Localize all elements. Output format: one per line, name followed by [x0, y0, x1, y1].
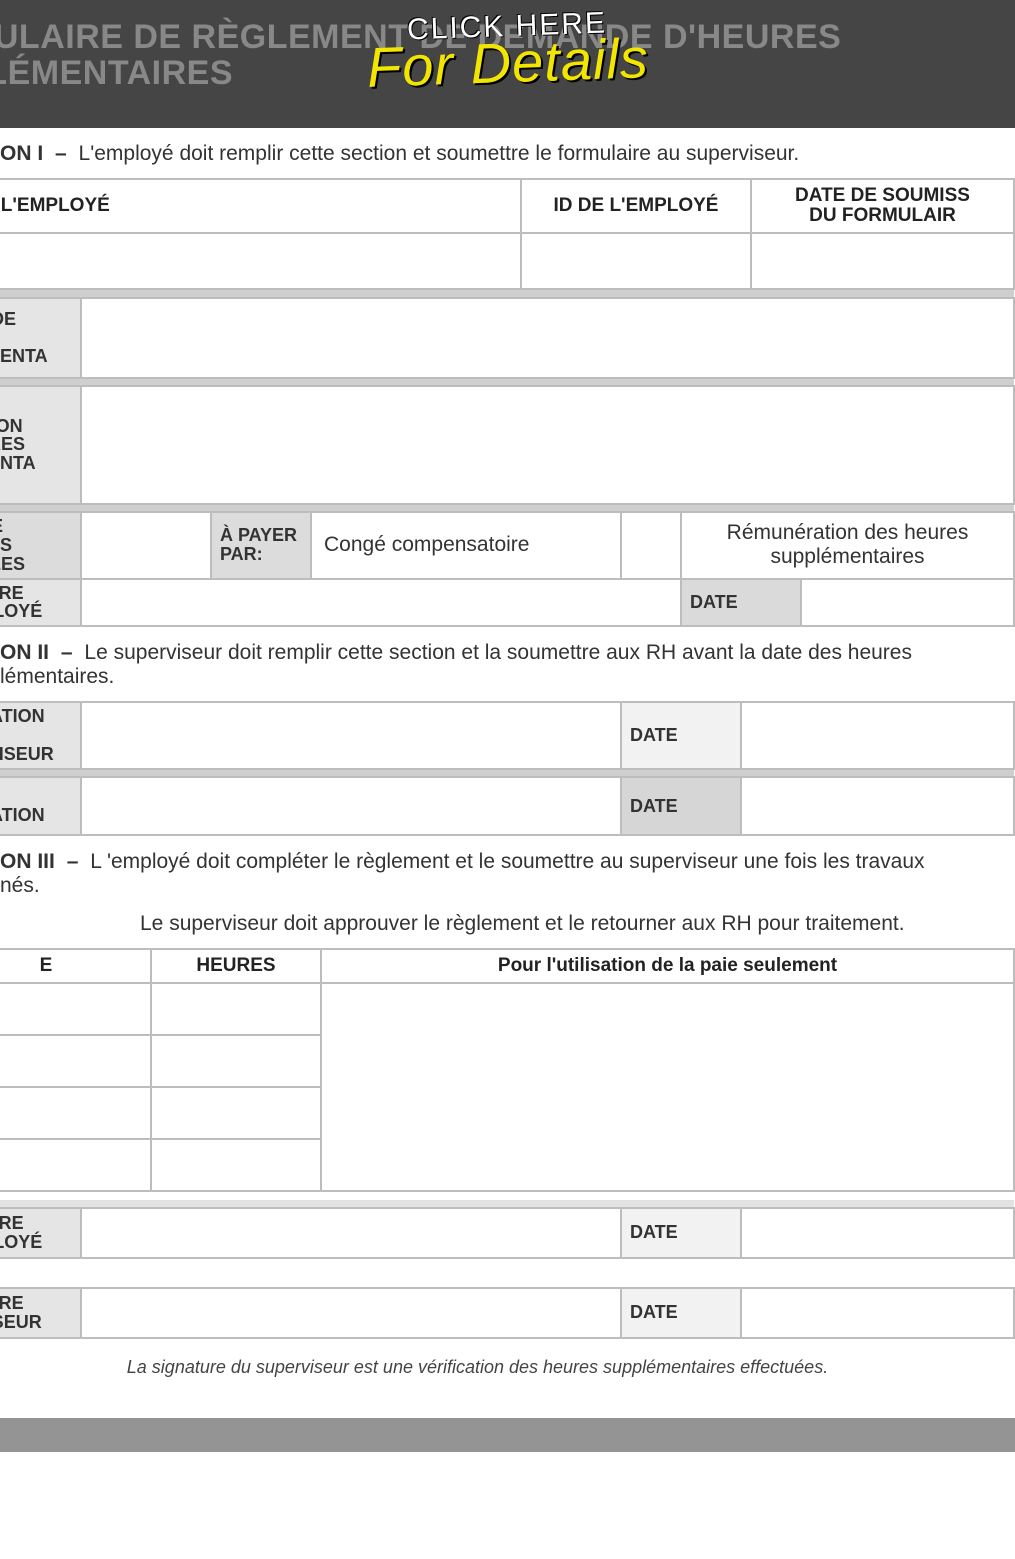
section2-desc1: Le superviseur doit remplir cette sectio…	[84, 641, 912, 664]
input-emp-name[interactable]	[0, 233, 521, 289]
section2-desc2: lémentaires.	[0, 665, 114, 688]
label-date2b: DATE	[621, 777, 741, 835]
section1-label: ON I	[0, 142, 43, 165]
dash-icon: –	[61, 641, 73, 664]
section3-desc2: nés.	[0, 874, 40, 897]
section3-table: E HEURES Pour l'utilisation de la paie s…	[0, 948, 1015, 1192]
section3-desc1: L 'employé doit compléter le règlement e…	[90, 850, 924, 873]
s3-date-1[interactable]	[0, 983, 151, 1035]
bottom-bar	[0, 1418, 1015, 1452]
label-date3a: DATE	[621, 1208, 741, 1258]
th-date: E	[0, 949, 151, 983]
label-explanation: ICATION HEURES LÉMENTA	[0, 386, 81, 504]
s3-date-2[interactable]	[0, 1035, 151, 1087]
label-sig-sup3: NATURE ERVISEUR	[0, 1288, 81, 1338]
input-date3a[interactable]	[741, 1208, 1014, 1258]
label-approb2: ROBATION	[0, 777, 81, 835]
option-ot-pay[interactable]: Rémunération des heures supplémentaires	[681, 512, 1014, 579]
section2-heading: ON II – Le superviseur doit remplir cett…	[0, 627, 1015, 701]
header-bar: RMULAIRE DE RÈGLEMENT DE DEMANDE D'HEURE…	[0, 0, 1015, 128]
input-approb1[interactable]	[81, 702, 621, 769]
section3-label: ON III	[0, 850, 55, 873]
label-dates-ot: E(S) DE RES PLÉMENTA	[0, 298, 81, 378]
s3-date-4[interactable]	[0, 1139, 151, 1191]
th-payroll: Pour l'utilisation de la paie seulement	[321, 949, 1014, 983]
page-title: RMULAIRE DE RÈGLEMENT DE DEMANDE D'HEURE…	[0, 20, 1015, 91]
label-approb1: ROBATION VERVISEUR	[0, 702, 81, 769]
input-date-s1[interactable]	[801, 579, 1014, 627]
footnote: La signature du superviseur est une véri…	[0, 1339, 1015, 1418]
input-submit-date[interactable]	[751, 233, 1014, 289]
s3-hours-2[interactable]	[151, 1035, 321, 1087]
label-date3b: DATE	[621, 1288, 741, 1338]
spacer-cell	[621, 512, 681, 579]
section3-desc3: Le superviseur doit approuver le règleme…	[140, 912, 1015, 936]
s3-hours-1[interactable]	[151, 983, 321, 1035]
label-hours-req: MBRE EURES ANDÉES	[0, 512, 81, 579]
title-line2: PPLÉMENTAIRES	[0, 54, 233, 92]
label-sig-emp3: NATURE 'EMPLOYÉ	[0, 1208, 81, 1258]
input-date2a[interactable]	[741, 702, 1014, 769]
label-date-s1: DATE	[681, 579, 801, 627]
section2-table: ROBATION VERVISEUR DATE ROBATION DATE	[0, 701, 1015, 836]
title-line1: RMULAIRE DE RÈGLEMENT DE DEMANDE D'HEURE…	[0, 18, 841, 56]
section1-head-table: M DE L'EMPLOYÉ ID DE L'EMPLOYÉ DATE DE S…	[0, 178, 1015, 290]
input-explanation[interactable]	[81, 386, 1014, 504]
input-emp-id[interactable]	[521, 233, 751, 289]
dash-icon: –	[55, 142, 67, 165]
col-submit-date: DATE DE SOUMISS DU FORMULAIR	[751, 179, 1014, 233]
input-hours-req[interactable]	[81, 512, 211, 579]
input-sig-emp[interactable]	[81, 579, 681, 627]
s3-payroll[interactable]	[321, 983, 1014, 1191]
section1-body-table: E(S) DE RES PLÉMENTA ICATION HEURES LÉME…	[0, 290, 1015, 627]
s3-hours-4[interactable]	[151, 1139, 321, 1191]
input-date3b[interactable]	[741, 1288, 1014, 1338]
section3-sign-table: NATURE 'EMPLOYÉ DATE NATURE ERVISEUR DAT…	[0, 1200, 1015, 1339]
option-comp-leave[interactable]: Congé compensatoire	[311, 512, 621, 579]
section2-label: ON II	[0, 641, 49, 664]
section1-desc: L'employé doit remplir cette section et …	[79, 142, 800, 165]
section1-heading: ON I – L'employé doit remplir cette sect…	[0, 128, 1015, 178]
section3-heading: ON III – L 'employé doit compléter le rè…	[0, 836, 1015, 948]
dash-icon: –	[67, 850, 79, 873]
input-approb2[interactable]	[81, 777, 621, 835]
input-sig-emp3[interactable]	[81, 1208, 621, 1258]
col-emp-id: ID DE L'EMPLOYÉ	[521, 179, 751, 233]
s3-date-3[interactable]	[0, 1087, 151, 1139]
label-sig-emp: NATURE 'EMPLOYÉ	[0, 579, 81, 627]
col-emp-name: M DE L'EMPLOYÉ	[0, 179, 521, 233]
label-date2a: DATE	[621, 702, 741, 769]
label-pay-by: À PAYER PAR:	[211, 512, 311, 579]
input-date2b[interactable]	[741, 777, 1014, 835]
s3-hours-3[interactable]	[151, 1087, 321, 1139]
input-sig-sup3[interactable]	[81, 1288, 621, 1338]
input-dates-ot[interactable]	[81, 298, 1014, 378]
th-hours: HEURES	[151, 949, 321, 983]
